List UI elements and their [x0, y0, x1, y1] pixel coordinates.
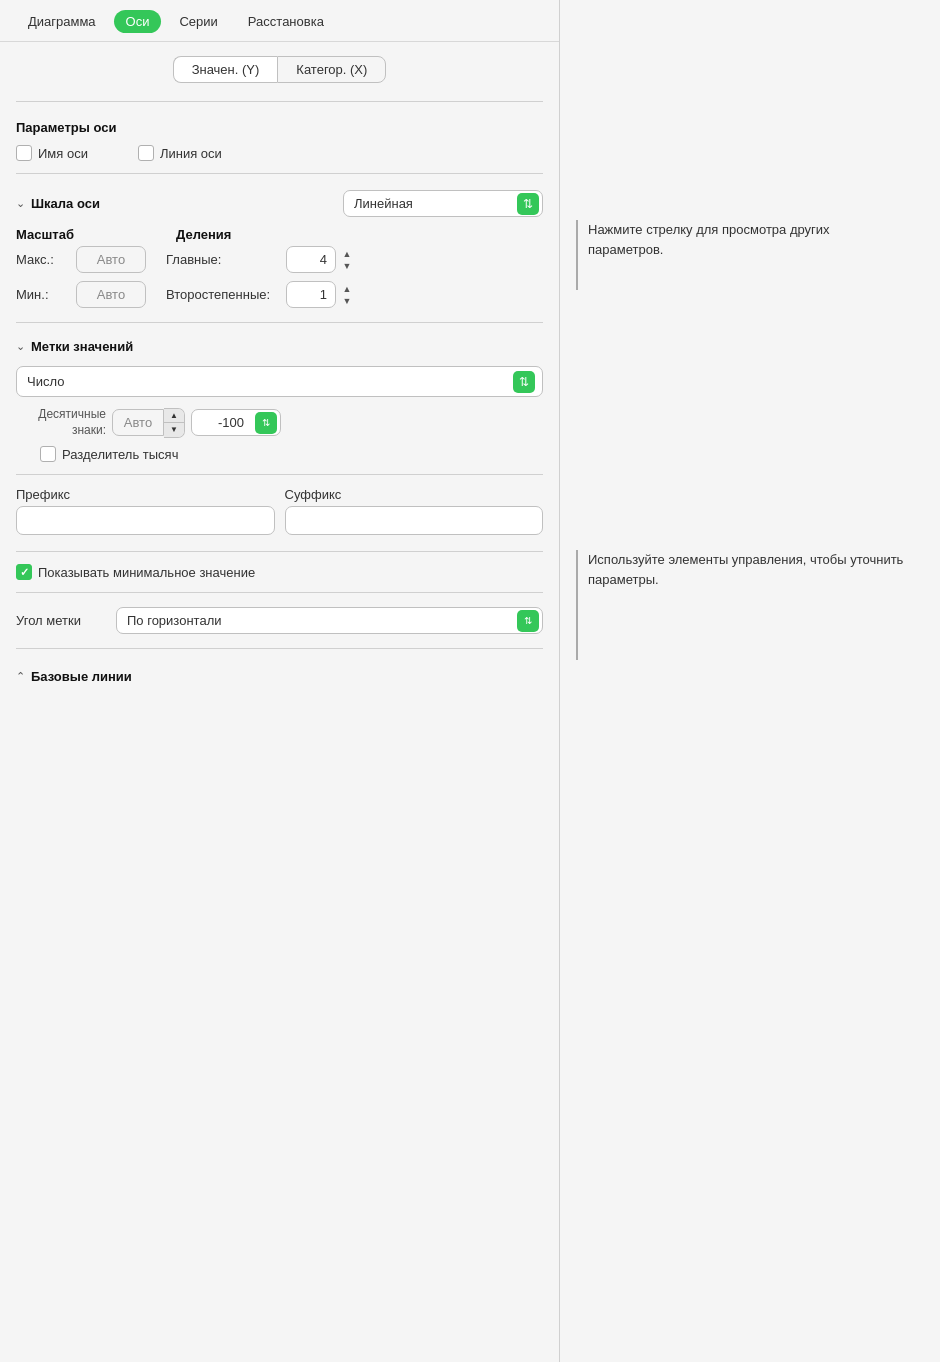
- axis-scale-select-wrapper: Линейная Логарифмическая ⇅: [343, 190, 543, 217]
- show-min-checkbox-wrapper: Показывать минимальное значение: [16, 564, 255, 580]
- show-min-checkbox[interactable]: [16, 564, 32, 580]
- minor-div-up-btn[interactable]: ▲: [338, 283, 356, 295]
- decimal-value-wrapper: ⇅: [191, 409, 281, 436]
- decimal-auto-down[interactable]: ▼: [164, 423, 184, 437]
- min-label: Мин.:: [16, 287, 66, 302]
- tab-axes[interactable]: Оси: [114, 10, 162, 33]
- prefix-input[interactable]: [16, 506, 275, 535]
- baseline-header[interactable]: ⌃ Базовые линии: [0, 657, 559, 692]
- max-input[interactable]: [76, 246, 146, 273]
- divider-1: [16, 101, 543, 102]
- axis-name-label: Имя оси: [38, 146, 88, 161]
- separator-checkbox-wrapper: Разделитель тысяч: [40, 446, 178, 462]
- axis-scale-chevron: ⌄: [16, 197, 25, 210]
- minor-div-stepper: ▲ ▼: [286, 281, 356, 308]
- axis-name-checkbox[interactable]: [16, 145, 32, 161]
- divider-4: [16, 474, 543, 475]
- axis-scale-header[interactable]: ⌄ Шкала оси Линейная Логарифмическая ⇅: [0, 182, 559, 223]
- separator-row: Разделитель тысяч: [0, 442, 559, 466]
- angle-row: Угол метки По горизонтали По вертикали Н…: [0, 601, 559, 640]
- suffix-col-label: Суффикс: [285, 487, 544, 502]
- divider-3: [16, 322, 543, 323]
- bracket-line-2: [576, 550, 578, 660]
- main-div-stepper: ▲ ▼: [286, 246, 356, 273]
- tab-placement[interactable]: Расстановка: [236, 10, 336, 33]
- axis-params-row: Имя оси Линия оси: [0, 141, 559, 165]
- value-labels-chevron: ⌄: [16, 340, 25, 353]
- prefix-col: Префикс: [16, 487, 275, 535]
- baseline-label: Базовые линии: [31, 669, 132, 684]
- number-type-wrapper: Число Процент Валюта ⇅: [0, 360, 559, 403]
- axis-name-checkbox-wrapper: Имя оси: [16, 145, 88, 161]
- value-labels-label: Метки значений: [31, 339, 133, 354]
- angle-label: Угол метки: [16, 613, 106, 628]
- annotation-text-1: Нажмите стрелку для просмотра других пар…: [588, 220, 908, 259]
- main-div-input[interactable]: [286, 246, 336, 273]
- min-minor-row: Мин.: Второстепенные: ▲ ▼: [0, 277, 559, 312]
- minor-div-input[interactable]: [286, 281, 336, 308]
- axis-line-checkbox[interactable]: [138, 145, 154, 161]
- scale-divisions-labels: Масштаб Деления: [0, 223, 559, 242]
- max-main-row: Макс.: Главные: ▲ ▼: [0, 242, 559, 277]
- annotation-1-wrapper: Нажмите стрелку для просмотра других пар…: [576, 220, 924, 290]
- main-div-up-btn[interactable]: ▲: [338, 248, 356, 260]
- decimal-auto-up[interactable]: ▲: [164, 409, 184, 423]
- minor-div-down-btn[interactable]: ▼: [338, 295, 356, 307]
- axis-line-label: Линия оси: [160, 146, 222, 161]
- main-div-down-btn[interactable]: ▼: [338, 260, 356, 272]
- axis-selector: Значен. (Y) Категор. (X): [0, 42, 559, 93]
- axis-value-y-button[interactable]: Значен. (Y): [173, 56, 278, 83]
- decimal-auto-input[interactable]: [112, 409, 164, 436]
- prefix-col-label: Префикс: [16, 487, 275, 502]
- decimal-row: Десятичныезнаки: ▲ ▼ ⇅: [0, 403, 559, 442]
- minor-div-arrows: ▲ ▼: [338, 283, 356, 307]
- suffix-input[interactable]: [285, 506, 544, 535]
- axis-params-header: Параметры оси: [0, 110, 559, 141]
- angle-select[interactable]: По горизонтали По вертикали Наклонный: [116, 607, 543, 634]
- decimal-auto-wrapper: ▲ ▼: [112, 408, 185, 438]
- scale-col-label: Масштаб: [16, 227, 176, 242]
- max-label: Макс.:: [16, 252, 66, 267]
- number-type-select[interactable]: Число Процент Валюта: [16, 366, 543, 397]
- decimal-auto-arrows: ▲ ▼: [164, 408, 185, 438]
- divider-7: [16, 648, 543, 649]
- value-labels-header[interactable]: ⌄ Метки значений: [0, 331, 559, 360]
- angle-select-wrapper: По горизонтали По вертикали Наклонный ⇅: [116, 607, 543, 634]
- axis-scale-label: Шкала оси: [31, 196, 100, 211]
- main-div-arrows: ▲ ▼: [338, 248, 356, 272]
- show-min-row: Показывать минимальное значение: [0, 560, 559, 584]
- tab-series[interactable]: Серии: [167, 10, 229, 33]
- divider-6: [16, 592, 543, 593]
- tab-diagram[interactable]: Диаграмма: [16, 10, 108, 33]
- divisions-col-label: Деления: [176, 227, 231, 242]
- min-input[interactable]: [76, 281, 146, 308]
- bracket-line-1: [576, 220, 578, 290]
- main-div-label: Главные:: [166, 252, 276, 267]
- decimal-label: Десятичныезнаки:: [16, 407, 106, 438]
- axis-line-checkbox-wrapper: Линия оси: [138, 145, 222, 161]
- divider-2: [16, 173, 543, 174]
- axis-scale-select[interactable]: Линейная Логарифмическая: [343, 190, 543, 217]
- minor-div-label: Второстепенные:: [166, 287, 276, 302]
- tab-bar: Диаграмма Оси Серии Расстановка: [0, 0, 559, 42]
- separator-label: Разделитель тысяч: [62, 447, 178, 462]
- annotation-2-wrapper: Используйте элементы управления, чтобы у…: [576, 550, 924, 660]
- separator-checkbox[interactable]: [40, 446, 56, 462]
- divider-5: [16, 551, 543, 552]
- suffix-col: Суффикс: [285, 487, 544, 535]
- show-min-label: Показывать минимальное значение: [38, 565, 255, 580]
- annotation-text-2: Используйте элементы управления, чтобы у…: [588, 550, 908, 589]
- annotations-panel: Нажмите стрелку для просмотра других пар…: [560, 0, 940, 1362]
- baseline-chevron: ⌃: [16, 670, 25, 683]
- axis-category-x-button[interactable]: Категор. (X): [277, 56, 386, 83]
- decimal-value-arrow: ⇅: [255, 412, 277, 434]
- prefix-suffix-labels-row: Префикс Суффикс: [0, 483, 559, 539]
